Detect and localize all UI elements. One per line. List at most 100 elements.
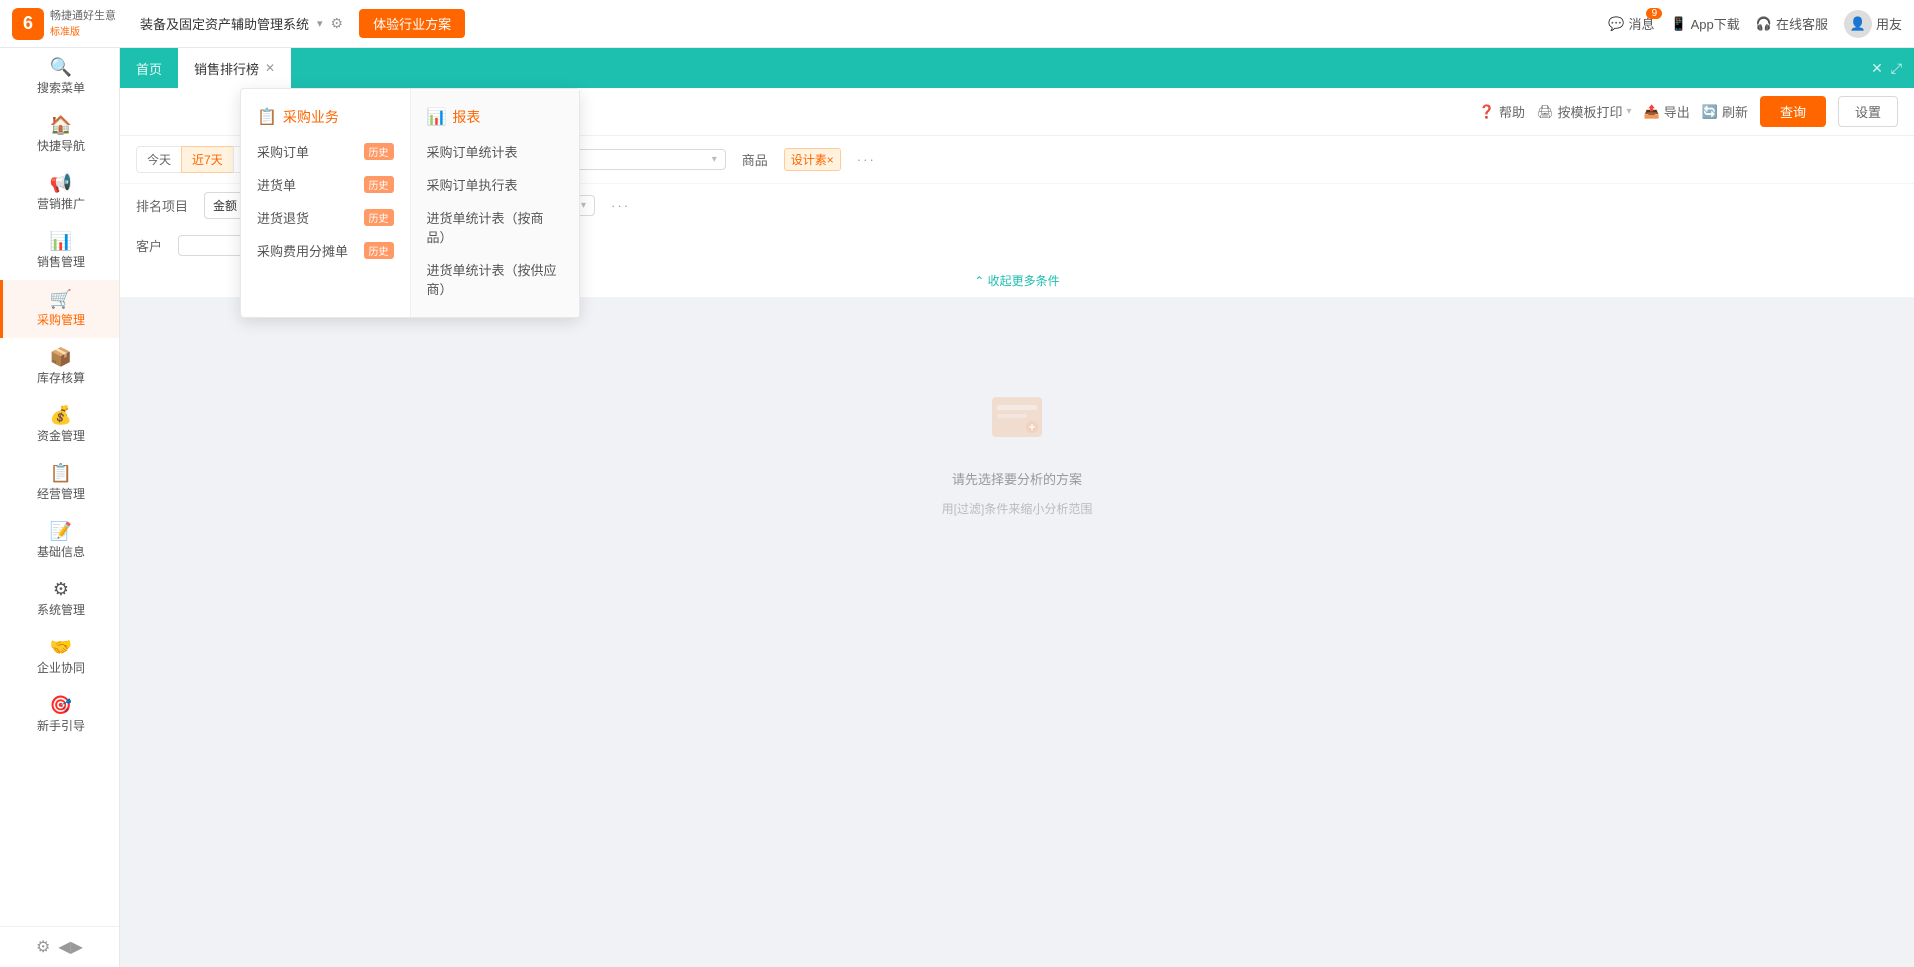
top-bar: 6 畅捷通好生意 标准版 装备及固定资产辅助管理系统 ▾ ⚙ 体验行业方案 💬 …	[0, 0, 1914, 48]
print-icon: 🖨	[1537, 104, 1554, 120]
sidebar-label-beginner: 新手引导	[37, 717, 85, 734]
export-btn[interactable]: 📤 导出	[1644, 102, 1690, 121]
export-label: 导出	[1664, 102, 1690, 121]
help-label: 帮助	[1499, 102, 1525, 121]
main-layout: 🔍 搜索菜单 🏠 快捷导航 📢 营销推广 📊 销售管理 🛒 采购管理 📦 库存核…	[0, 48, 1914, 967]
sidebar-label-search: 搜索菜单	[37, 79, 85, 96]
settings-bottom-icon[interactable]: ⚙	[36, 937, 50, 957]
refresh-btn[interactable]: 🔄 刷新	[1702, 102, 1748, 121]
app-logo-icon: 6	[12, 8, 44, 40]
template-print-label: 按模板打印	[1558, 102, 1623, 121]
staff-more-dots[interactable]: ···	[611, 198, 630, 213]
sidebar-label-capital: 资金管理	[37, 427, 85, 444]
sidebar-item-sales[interactable]: 📊 销售管理	[0, 222, 119, 280]
basic-info-icon: 📝	[50, 522, 72, 540]
dropdown-item-purchase-stat[interactable]: 采购订单统计表	[411, 135, 580, 168]
tab-sales-rank[interactable]: 销售排行榜 ✕	[178, 48, 291, 88]
headset-icon: 🎧	[1756, 16, 1772, 32]
settings-icon[interactable]: ⚙	[331, 15, 344, 32]
report-col-icon: 📊	[427, 107, 447, 127]
online-service-btn[interactable]: 🎧 在线客服	[1756, 14, 1828, 33]
query-btn[interactable]: 查询	[1760, 96, 1826, 127]
template-print-btn[interactable]: 🖨 按模板打印 ▾	[1537, 102, 1632, 121]
purchase-stat-label: 采购订单统计表	[427, 142, 518, 161]
app-download-btn[interactable]: 📱 App下载	[1670, 14, 1739, 33]
purchase-col-icon: 📋	[257, 107, 277, 127]
stock-in-badge: 历史	[364, 176, 394, 193]
purchase-icon: 🛒	[50, 290, 72, 308]
goods-tag-text: 设计素×	[791, 151, 834, 168]
top-right-area: 💬 消息 9 📱 App下载 🎧 在线客服 👤 用友	[1608, 10, 1902, 38]
sidebar-item-enterprise[interactable]: 🤝 企业协同	[0, 628, 119, 686]
beginner-icon: 🎯	[50, 696, 72, 714]
tab-close-icon[interactable]: ✕	[265, 61, 275, 75]
tab-sales-rank-label: 销售排行榜	[194, 59, 259, 78]
online-service-label: 在线客服	[1776, 14, 1828, 33]
dropdown-report-header: 📊 报表	[411, 101, 580, 135]
user-avatar: 👤	[1844, 10, 1872, 38]
content-area: 首页 销售排行榜 ✕ ✕ ⤢ 📋 采购业务 采	[120, 48, 1914, 967]
date-opt-7days[interactable]: 近7天	[181, 146, 233, 173]
sidebar-item-search[interactable]: 🔍 搜索菜单	[0, 48, 119, 106]
capital-icon: 💰	[50, 406, 72, 424]
help-icon: ❓	[1479, 104, 1495, 120]
sidebar-item-operations[interactable]: 📋 经营管理	[0, 454, 119, 512]
dropdown-item-purchase-cost[interactable]: 采购费用分摊单 历史	[241, 234, 410, 267]
sidebar-label-basic-info: 基础信息	[37, 543, 85, 560]
system-title-dropdown[interactable]: ▾	[317, 17, 323, 30]
staff-arrow: ▾	[581, 200, 586, 211]
industry-btn[interactable]: 体验行业方案	[359, 9, 465, 38]
message-icon: 💬	[1608, 16, 1624, 32]
messages-btn[interactable]: 💬 消息 9	[1608, 14, 1654, 33]
purchase-cost-label: 采购费用分摊单	[257, 241, 348, 260]
sidebar-item-purchase[interactable]: 🛒 采购管理	[0, 280, 119, 338]
sidebar-item-system[interactable]: ⚙ 系统管理	[0, 570, 119, 628]
logo-text: 畅捷通好生意	[50, 9, 116, 23]
tab-home[interactable]: 首页	[120, 48, 178, 88]
user-area[interactable]: 👤 用友	[1844, 10, 1902, 38]
rank-label: 排名项目	[136, 196, 188, 215]
help-btn[interactable]: ❓ 帮助	[1479, 102, 1525, 121]
empty-hint-2: 用[过滤]条件来缩小分析范围	[942, 500, 1093, 517]
stock-by-supplier-label: 进货单统计表（按供应商）	[427, 260, 564, 298]
dropdown-purchase-header: 📋 采购业务	[241, 101, 410, 135]
close-window-icon[interactable]: ✕	[1871, 60, 1883, 77]
goods-label: 商品	[742, 150, 768, 169]
sidebar-label-system: 系统管理	[37, 601, 85, 618]
sidebar-item-marketing[interactable]: 📢 营销推广	[0, 164, 119, 222]
sidebar-item-capital[interactable]: 💰 资金管理	[0, 396, 119, 454]
goods-more-dots[interactable]: ···	[857, 152, 876, 167]
maximize-icon[interactable]: ⤢	[1891, 60, 1902, 77]
refresh-icon: 🔄	[1702, 104, 1718, 120]
empty-icon	[977, 377, 1057, 457]
sidebar-item-inventory[interactable]: 📦 库存核算	[0, 338, 119, 396]
sidebar-label-purchase: 采购管理	[37, 311, 85, 328]
dropdown-item-stock-by-goods[interactable]: 进货单统计表（按商品）	[411, 201, 580, 253]
search-icon: 🔍	[50, 58, 72, 76]
empty-state: 请先选择要分析的方案 用[过滤]条件来缩小分析范围	[120, 297, 1914, 597]
inventory-icon: 📦	[50, 348, 72, 366]
sidebar-item-beginner[interactable]: 🎯 新手引导	[0, 686, 119, 744]
dropdown-item-purchase-exec[interactable]: 采购订单执行表	[411, 168, 580, 201]
sidebar: 🔍 搜索菜单 🏠 快捷导航 📢 营销推广 📊 销售管理 🛒 采购管理 📦 库存核…	[0, 48, 120, 967]
sidebar-item-basic-info[interactable]: 📝 基础信息	[0, 512, 119, 570]
date-opt-today[interactable]: 今天	[136, 146, 181, 173]
stock-in-label: 进货单	[257, 175, 296, 194]
dropdown-item-stock-in[interactable]: 进货单 历史	[241, 168, 410, 201]
sidebar-label-quick-nav: 快捷导航	[37, 137, 85, 154]
sidebar-label-operations: 经营管理	[37, 485, 85, 502]
tab-home-label: 首页	[136, 59, 162, 78]
dropdown-item-stock-by-supplier[interactable]: 进货单统计表（按供应商）	[411, 253, 580, 305]
app-download-label: App下载	[1691, 14, 1740, 33]
report-col-title: 报表	[452, 107, 480, 127]
goods-tag[interactable]: 设计素×	[784, 148, 841, 171]
settings-toolbar-btn[interactable]: 设置	[1838, 96, 1898, 127]
logo-badge: 标准版	[50, 23, 116, 38]
dropdown-report-col: 📊 报表 采购订单统计表 采购订单执行表 进货单统计表（按商品） 进货单统计表（…	[410, 89, 580, 317]
sidebar-item-quick-nav[interactable]: 🏠 快捷导航	[0, 106, 119, 164]
collapse-sidebar-icon[interactable]: ◀▶	[58, 937, 83, 957]
dropdown-item-stock-return[interactable]: 进货退货 历史	[241, 201, 410, 234]
dropdown-item-purchase-order[interactable]: 采购订单 历史	[241, 135, 410, 168]
logo-area: 6 畅捷通好生意 标准版	[12, 8, 132, 40]
purchase-col-title: 采购业务	[283, 107, 339, 127]
